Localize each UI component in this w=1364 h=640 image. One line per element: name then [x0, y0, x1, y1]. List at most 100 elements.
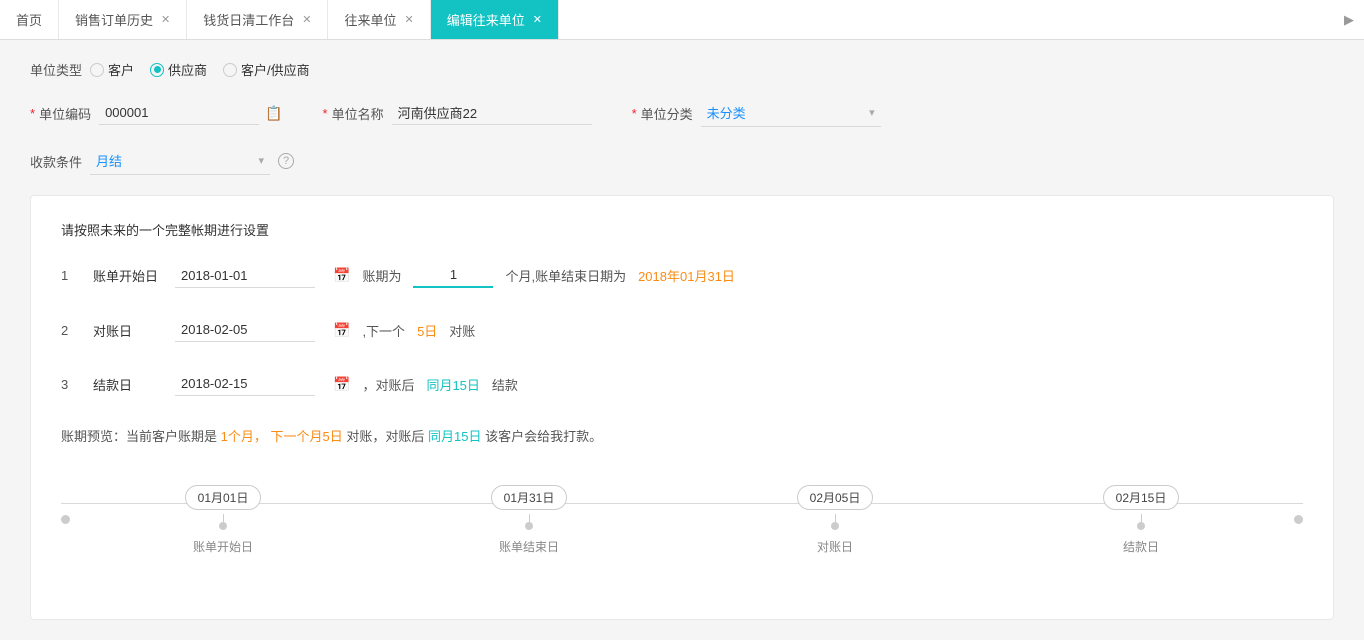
period-end-date-display: 2018年01月31日	[638, 266, 735, 285]
period-field-label-2: 对账日	[93, 321, 163, 340]
timeline-start-dot	[61, 515, 70, 524]
preview-part5: 该客户会给我打款。	[485, 429, 602, 444]
period-reconcile-date-input[interactable]	[175, 318, 315, 342]
unit-category-arrow: ▾	[869, 106, 875, 119]
payment-terms-value: 月结	[96, 151, 254, 170]
period-reconcile-calendar-icon[interactable]: 📅	[333, 322, 350, 339]
tab-partner-unit-close[interactable]: ✕	[405, 13, 414, 26]
timeline-start-circle	[61, 515, 70, 524]
timeline-node-2: 01月31日 账单结束日	[491, 485, 568, 555]
radio-customer-label: 客户	[108, 60, 134, 79]
unit-fields-row: * 单位编码 📋 * 单位名称 * 单位分类 未分类 ▾	[30, 99, 1334, 127]
timeline-node-2-badge: 01月31日	[491, 485, 568, 510]
tab-edit-partner[interactable]: 编辑往来单位 ✕	[431, 0, 559, 39]
preview-part1: 1个月，	[221, 429, 267, 444]
timeline-node-1: 01月01日 账单开始日	[185, 485, 262, 555]
period-card: 请按照未来的一个完整帐期进行设置 1 账单开始日 📅 账期为 个月,账单结束日期…	[30, 195, 1334, 620]
period-field-label-1: 账单开始日	[93, 266, 163, 285]
tab-sales-history[interactable]: 销售订单历史 ✕	[59, 0, 187, 39]
radio-customer[interactable]: 客户	[90, 60, 134, 79]
preview-part3: 对账，对账后	[346, 429, 424, 444]
unit-code-group: * 单位编码 📋	[30, 101, 283, 125]
unit-code-star: *	[30, 106, 35, 121]
tabs-bar: 首页 销售订单历史 ✕ 钱货日清工作台 ✕ 往来单位 ✕ 编辑往来单位 ✕ ▶	[0, 0, 1364, 40]
period-label-1: 账期为	[362, 266, 401, 285]
tab-partner-unit[interactable]: 往来单位 ✕	[328, 0, 430, 39]
period-card-title: 请按照未来的一个完整帐期进行设置	[61, 220, 1303, 239]
unit-type-label: 单位类型	[30, 60, 82, 79]
period-field-label-3: 结款日	[93, 375, 163, 394]
timeline-nodes-row: 01月01日 账单开始日 01月31日 账单结束日	[61, 485, 1303, 555]
radio-both-label: 客户/供应商	[241, 60, 310, 79]
radio-both[interactable]: 客户/供应商	[223, 60, 310, 79]
unit-category-star: *	[632, 106, 637, 121]
period-payment-date-input[interactable]	[175, 372, 315, 396]
unit-code-input[interactable]	[99, 101, 259, 125]
timeline-node-1-stem	[223, 514, 224, 522]
tabs-arrow[interactable]: ▶	[1334, 0, 1364, 39]
tab-sales-history-label: 销售订单历史	[75, 10, 153, 29]
period-unit-1: 个月,账单结束日期为	[505, 266, 626, 285]
period-start-calendar-icon[interactable]: 📅	[333, 267, 350, 284]
radio-supplier[interactable]: 供应商	[150, 60, 207, 79]
period-row-1: 1 账单开始日 📅 账期为 个月,账单结束日期为 2018年01月31日	[61, 263, 1303, 288]
timeline-node-3: 02月05日 对账日	[797, 485, 874, 555]
period-row-2: 2 对账日 📅 ,下一个 5日 对账	[61, 318, 1303, 342]
unit-name-label: 单位名称	[332, 104, 384, 123]
unit-type-row: 单位类型 客户 供应商 客户/供应商	[30, 60, 1334, 79]
period-reconcile-prefix: ,下一个	[362, 321, 405, 340]
period-start-date-input[interactable]	[175, 264, 315, 288]
timeline-end-circle	[1294, 515, 1303, 524]
preview-part2: 下一个月5日	[271, 429, 343, 444]
preview-text: 账期预览：当前客户账期是 1个月， 下一个月5日 对账，对账后 同月15日 该客…	[61, 426, 1303, 445]
period-payment-highlight: 同月15日	[426, 375, 479, 394]
payment-terms-help[interactable]: ?	[278, 153, 294, 169]
radio-customer-circle	[90, 63, 104, 77]
period-reconcile-highlight: 5日	[417, 321, 437, 340]
unit-category-label: 单位分类	[641, 104, 693, 123]
tab-home-label: 首页	[16, 10, 42, 29]
timeline-node-4-badge: 02月15日	[1103, 485, 1180, 510]
tab-cash-work-label: 钱货日清工作台	[203, 10, 294, 29]
timeline-node-4-label: 结款日	[1123, 538, 1159, 555]
period-row-3: 3 结款日 📅 ，对账后 同月15日 结款	[61, 372, 1303, 396]
unit-category-group: * 单位分类 未分类 ▾	[632, 99, 881, 127]
period-num-2: 2	[61, 323, 81, 338]
unit-name-group: * 单位名称	[323, 101, 592, 125]
tab-cash-work[interactable]: 钱货日清工作台 ✕	[187, 0, 328, 39]
timeline-node-2-stem	[529, 514, 530, 522]
preview-section: 账期预览：当前客户账期是 1个月， 下一个月5日 对账，对账后 同月15日 该客…	[61, 426, 1303, 595]
period-reconcile-suffix: 对账	[449, 321, 475, 340]
period-payment-calendar-icon[interactable]: 📅	[333, 376, 350, 393]
radio-supplier-label: 供应商	[168, 60, 207, 79]
period-num-1: 1	[61, 268, 81, 283]
timeline-node-1-dot	[219, 522, 227, 530]
preview-part4: 同月15日	[428, 429, 481, 444]
unit-category-value: 未分类	[707, 103, 865, 122]
timeline-node-3-stem	[835, 514, 836, 522]
timeline-node-4: 02月15日 结款日	[1103, 485, 1180, 555]
timeline-node-3-label: 对账日	[817, 538, 853, 555]
radio-both-circle	[223, 63, 237, 77]
payment-terms-arrow: ▾	[258, 154, 264, 167]
payment-terms-label: 收款条件	[30, 152, 82, 171]
tab-edit-partner-close[interactable]: ✕	[533, 13, 542, 26]
radio-supplier-circle	[150, 63, 164, 77]
tab-home[interactable]: 首页	[0, 0, 59, 39]
timeline-node-1-badge: 01月01日	[185, 485, 262, 510]
tab-sales-history-close[interactable]: ✕	[161, 13, 170, 26]
tab-partner-unit-label: 往来单位	[344, 10, 396, 29]
unit-category-select[interactable]: 未分类 ▾	[701, 99, 881, 127]
main-content: 单位类型 客户 供应商 客户/供应商 * 单位编码 📋 * 单位名称	[0, 40, 1364, 640]
tab-cash-work-close[interactable]: ✕	[302, 13, 311, 26]
payment-terms-select[interactable]: 月结 ▾	[90, 147, 270, 175]
unit-code-icon[interactable]: 📋	[265, 105, 282, 122]
timeline-node-4-stem	[1141, 514, 1142, 522]
timeline-node-3-dot	[831, 522, 839, 530]
period-num-3: 3	[61, 377, 81, 392]
period-months-input[interactable]	[413, 263, 493, 288]
timeline-end-dot	[1294, 515, 1303, 524]
unit-name-input[interactable]	[392, 101, 592, 125]
period-payment-suffix: 结款	[492, 375, 518, 394]
unit-name-star: *	[323, 106, 328, 121]
